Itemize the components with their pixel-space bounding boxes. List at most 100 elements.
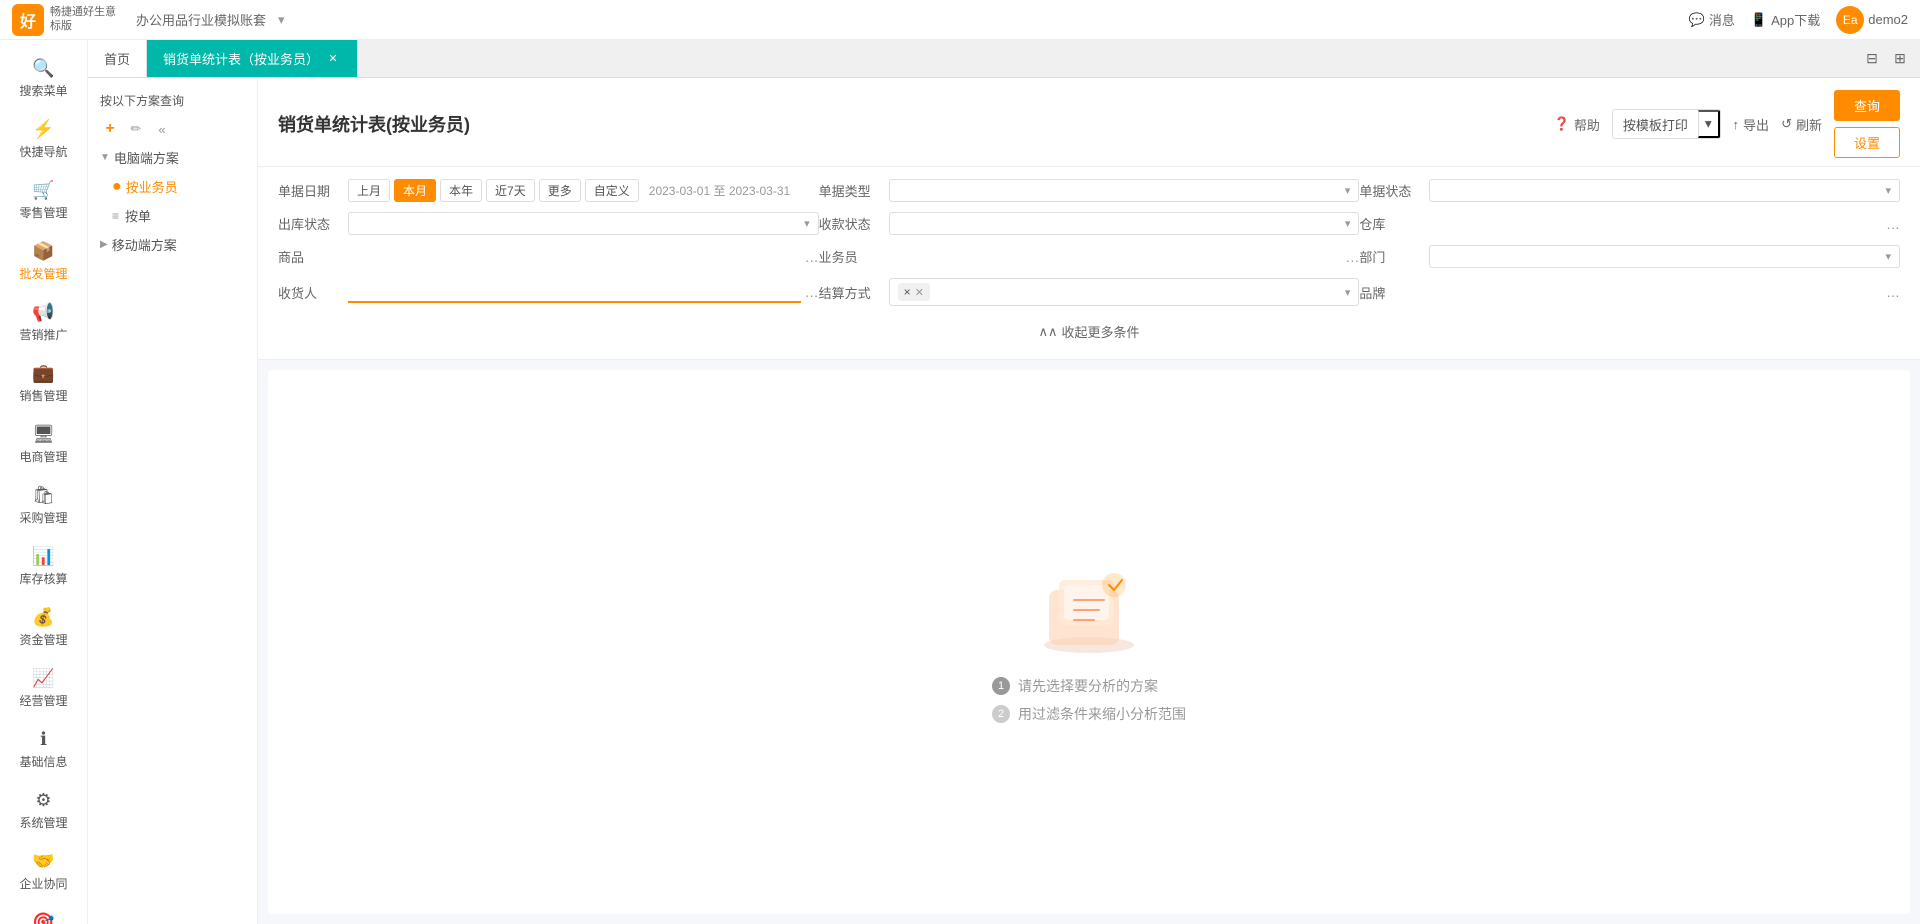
- edit-scheme-btn[interactable]: ✏: [126, 119, 146, 139]
- sidebar-item-quick-nav[interactable]: ⚡ 快捷导航: [0, 109, 87, 170]
- retail-icon: 🛒: [32, 180, 54, 201]
- print-btn[interactable]: 按模板打印: [1613, 111, 1698, 138]
- sidebar-item-operations[interactable]: 📈 经营管理: [0, 658, 87, 719]
- receipt-status-select[interactable]: ▾: [889, 212, 1360, 235]
- sidebar-item-sales[interactable]: 💼 销售管理: [0, 353, 87, 414]
- page-header: 销货单统计表(按业务员) ❓ 帮助 按模板打印 ▾ ↑: [258, 78, 1920, 167]
- doc-status-select[interactable]: ▾: [1429, 179, 1900, 202]
- sidebar-item-base[interactable]: ℹ 基础信息: [0, 719, 87, 780]
- tree-item-by-staff[interactable]: ● 按业务员: [88, 172, 257, 201]
- payment-tag: × ✕: [898, 283, 930, 301]
- staff-control: …: [889, 249, 1360, 265]
- export-btn[interactable]: ↑ 导出: [1733, 115, 1770, 134]
- help-icon: ❓: [1554, 116, 1570, 132]
- sidebar-item-search[interactable]: 🔍 搜索菜单: [0, 48, 87, 109]
- filter-area: 单据日期 上月 本月 本年 近7天 更多 自定义 2023-03-01 至 20…: [258, 167, 1920, 360]
- this-year-btn[interactable]: 本年: [440, 179, 482, 202]
- query-button[interactable]: 查询: [1834, 90, 1900, 121]
- out-status-arrow-icon: ▾: [804, 217, 810, 230]
- order-icon: ≡: [112, 209, 119, 223]
- top-bar-right: 💬 消息 📱 App下载 Ea demo2: [1689, 6, 1908, 34]
- doc-type-select[interactable]: ▾: [889, 179, 1360, 202]
- settings-button[interactable]: 设置: [1834, 127, 1900, 158]
- print-dropdown-btn[interactable]: ▾: [1698, 110, 1720, 138]
- tree-item-by-order[interactable]: ≡ 按单: [88, 201, 257, 230]
- out-status-select[interactable]: ▾: [348, 212, 819, 235]
- top-bar-left: 好 畅捷通好生意 标版 办公用品行业模拟账套 ▾: [12, 4, 285, 36]
- action-buttons: 查询 设置: [1834, 90, 1900, 158]
- refresh-icon: ↺: [1781, 116, 1792, 132]
- page-title: 销货单统计表(按业务员): [278, 111, 470, 137]
- sidebar-item-system[interactable]: ⚙ 系统管理: [0, 780, 87, 841]
- last-month-btn[interactable]: 上月: [348, 179, 390, 202]
- dept-filter: 部门 ▾: [1359, 245, 1900, 268]
- tab-bar: 首页 销货单统计表（按业务员） ✕ ⊟ ⊞: [88, 40, 1920, 78]
- dropdown-icon[interactable]: ▾: [278, 12, 285, 28]
- sidebar-item-inventory[interactable]: 📊 库存核算: [0, 536, 87, 597]
- sidebar-item-retail[interactable]: 🛒 零售管理: [0, 170, 87, 231]
- tree-item-mobile[interactable]: ▶ 移动端方案: [88, 230, 257, 259]
- tab-sales-stat[interactable]: 销货单统计表（按业务员） ✕: [147, 40, 358, 77]
- tab-home[interactable]: 首页: [88, 40, 147, 77]
- empty-step-2: 2 用过滤条件来缩小分析范围: [992, 704, 1186, 724]
- warehouse-dots[interactable]: …: [1886, 216, 1900, 232]
- collapse-btn[interactable]: ∧∧ 收起更多条件: [278, 316, 1900, 347]
- payment-select[interactable]: × ✕ ▾: [889, 278, 1360, 306]
- date-buttons: 上月 本月 本年 近7天 更多 自定义: [348, 179, 639, 202]
- sidebar-item-ecommerce[interactable]: 🖥 电商管理: [0, 414, 87, 475]
- tree-expand-icon2: ▶: [100, 239, 108, 250]
- payment-filter: 结算方式 × ✕ ▾: [819, 278, 1360, 306]
- content-area: 首页 销货单统计表（按业务员） ✕ ⊟ ⊞ 按以下方案查询: [88, 40, 1920, 924]
- collapse-up-icon: ∧∧: [1038, 324, 1057, 340]
- tree-item-pc[interactable]: ▼ 电脑端方案: [88, 143, 257, 172]
- payment-tag-close[interactable]: ✕: [915, 286, 924, 299]
- custom-btn[interactable]: 自定义: [585, 179, 639, 202]
- refresh-btn[interactable]: ↺ 刷新: [1781, 115, 1822, 134]
- recipient-filter: 收货人 …: [278, 282, 819, 303]
- filter-row-4: 收货人 … 结算方式 × ✕: [278, 278, 1900, 306]
- recipient-dots[interactable]: …: [805, 284, 819, 300]
- brand-control: …: [1429, 284, 1900, 300]
- data-area: 1 请先选择要分析的方案 2 用过滤条件来缩小分析范围: [268, 370, 1910, 914]
- logo-text: 畅捷通好生意 标版: [50, 6, 116, 32]
- more-btn[interactable]: 更多: [539, 179, 581, 202]
- enterprise-icon: 🤝: [32, 851, 54, 872]
- sidebar-item-marketing[interactable]: 📢 营销推广: [0, 292, 87, 353]
- dept-arrow-icon: ▾: [1885, 250, 1891, 263]
- this-month-btn[interactable]: 本月: [394, 179, 436, 202]
- help-btn[interactable]: ❓ 帮助: [1554, 115, 1600, 134]
- collapse-panel-btn[interactable]: «: [152, 119, 172, 139]
- tab-close-icon[interactable]: ✕: [325, 51, 341, 67]
- brand-dots[interactable]: …: [1886, 284, 1900, 300]
- last7days-btn[interactable]: 近7天: [486, 179, 535, 202]
- logo-icon: 好: [12, 4, 44, 36]
- user-menu[interactable]: Ea demo2: [1836, 6, 1908, 34]
- out-status-filter: 出库状态 ▾: [278, 212, 819, 235]
- sales-icon: 💼: [32, 363, 54, 384]
- sidebar-item-wholesale[interactable]: 📦 批发管理: [0, 231, 87, 292]
- tab-minimize-btn[interactable]: ⊟: [1860, 47, 1884, 71]
- tab-actions: ⊟ ⊞: [1860, 47, 1920, 71]
- sidebar-item-finance[interactable]: 💰 资金管理: [0, 597, 87, 658]
- recipient-input[interactable]: [348, 282, 801, 303]
- newbie-icon: 🎯: [32, 912, 54, 924]
- export-icon: ↑: [1733, 117, 1740, 132]
- sidebar-item-newbie[interactable]: 🎯 新手引导: [0, 902, 87, 924]
- receipt-status-filter: 收款状态 ▾: [819, 212, 1360, 235]
- logo-area: 好 畅捷通好生意 标版: [12, 4, 116, 36]
- sidebar-item-enterprise[interactable]: 🤝 企业协同: [0, 841, 87, 902]
- date-filter: 单据日期 上月 本月 本年 近7天 更多 自定义 2023-03-01 至 20…: [278, 179, 819, 202]
- tab-maximize-btn[interactable]: ⊞: [1888, 47, 1912, 71]
- sidebar-item-purchase[interactable]: 🛍 采购管理: [0, 475, 87, 536]
- app-download-btn[interactable]: 📱 App下载: [1751, 10, 1820, 29]
- message-icon: 💬: [1689, 12, 1705, 28]
- goods-dots[interactable]: …: [805, 249, 819, 265]
- tree-expand-icon: ▼: [100, 152, 110, 163]
- operations-icon: 📈: [32, 668, 54, 689]
- add-scheme-btn[interactable]: +: [100, 119, 120, 139]
- top-bar: 好 畅捷通好生意 标版 办公用品行业模拟账套 ▾ 💬 消息 📱 App下载 Ea…: [0, 0, 1920, 40]
- dept-select[interactable]: ▾: [1429, 245, 1900, 268]
- messages-btn[interactable]: 💬 消息: [1689, 10, 1735, 29]
- staff-dots[interactable]: …: [1345, 249, 1359, 265]
- warehouse-filter: 仓库 …: [1359, 214, 1900, 233]
